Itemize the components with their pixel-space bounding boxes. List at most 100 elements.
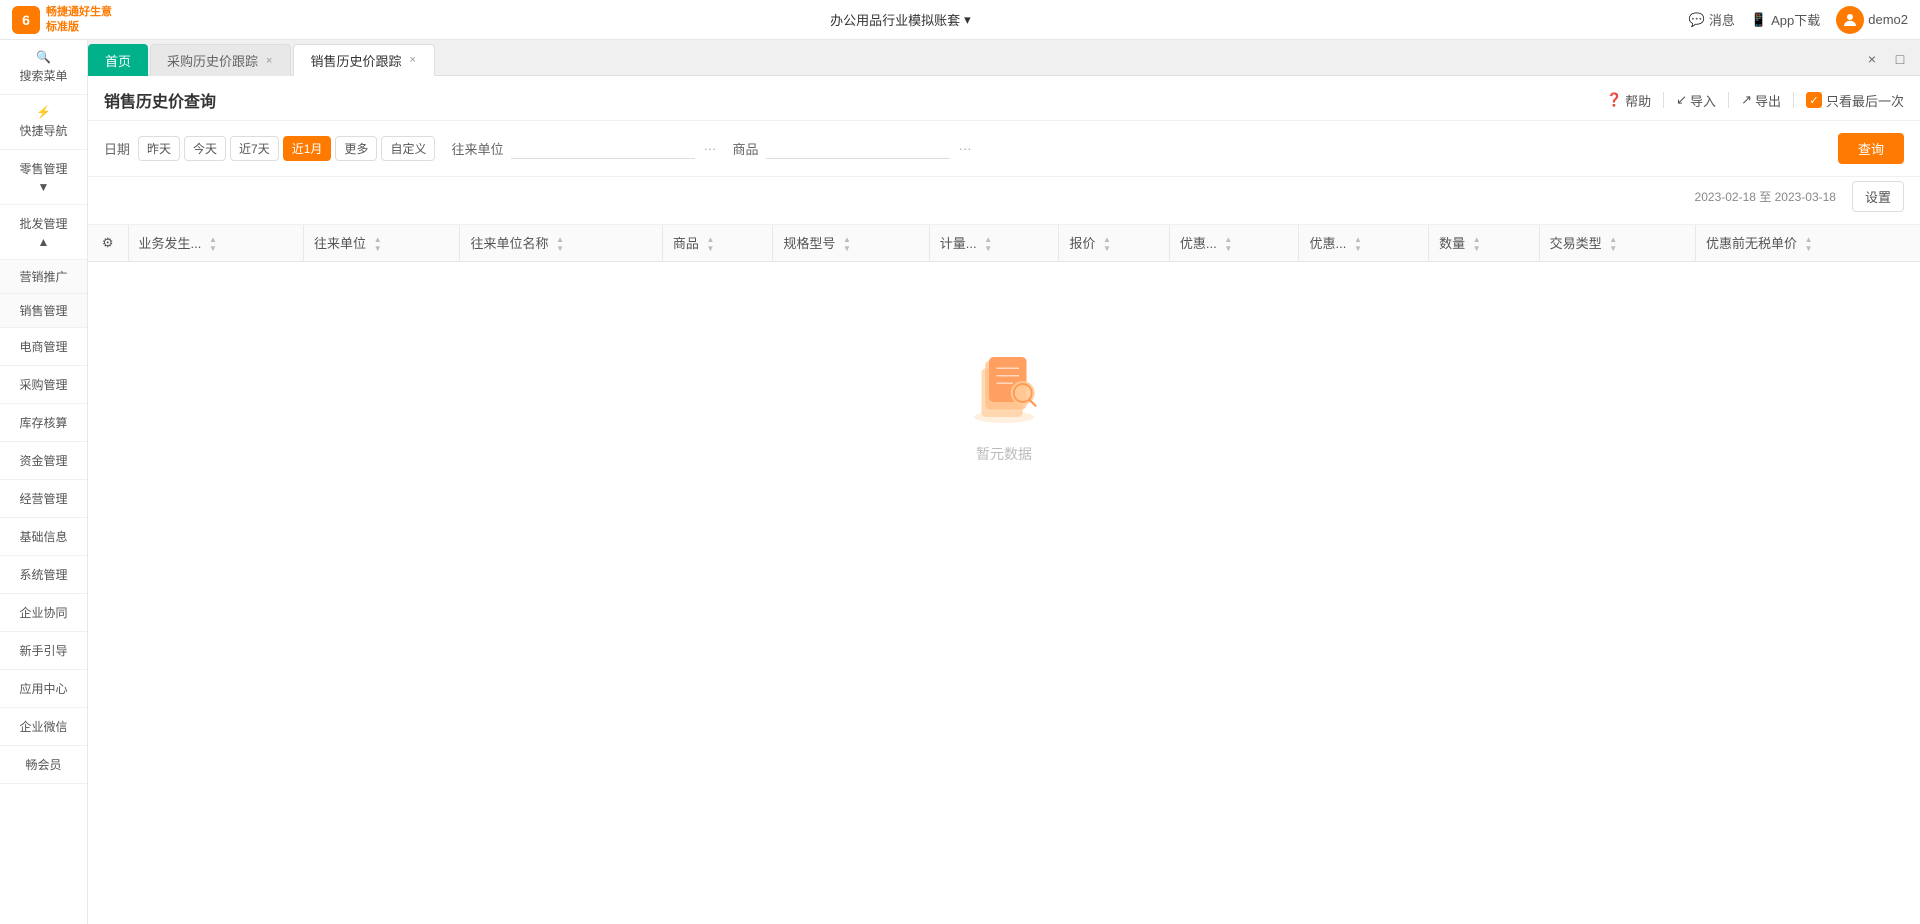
sidebar-item-purchase[interactable]: 采购管理 xyxy=(0,366,87,404)
system-label: 系统管理 xyxy=(19,566,67,583)
sidebar-item-guide[interactable]: 新手引导 xyxy=(0,632,87,670)
gear-icon[interactable]: ⚙ xyxy=(102,235,114,250)
sidebar-item-sales-mgmt[interactable]: 销售管理 xyxy=(0,294,87,328)
th-discount1[interactable]: 优惠... ▲ ▼ xyxy=(1169,225,1299,262)
th-unit[interactable]: 计量... ▲ ▼ xyxy=(929,225,1059,262)
sidebar-item-finance[interactable]: 资金管理 xyxy=(0,442,87,480)
chevron-down-icon: ▾ xyxy=(964,12,971,28)
partner-filter-group: 往来单位 ··· xyxy=(451,139,716,159)
filter-row2: 2023-02-18 至 2023-03-18 设置 xyxy=(88,177,1920,225)
th-settings[interactable]: ⚙ xyxy=(88,225,128,262)
tab-sales-history[interactable]: 销售历史价跟踪 × xyxy=(293,44,434,76)
date-btn-more[interactable]: 更多 xyxy=(335,136,377,161)
sales-history-tab-close[interactable]: × xyxy=(407,52,417,68)
export-button[interactable]: ↗ 导出 xyxy=(1741,91,1781,110)
empty-text: 暂元数据 xyxy=(976,444,1032,464)
th-qty[interactable]: 数量 ▲ ▼ xyxy=(1429,225,1540,262)
partner-input[interactable] xyxy=(511,139,695,159)
help-button[interactable]: ❓ 帮助 xyxy=(1606,91,1651,110)
home-tab-label: 首页 xyxy=(105,51,131,70)
maximize-window-button[interactable]: □ xyxy=(1888,47,1912,71)
date-buttons: 昨天 今天 近7天 近1月 更多 自定义 xyxy=(138,136,435,161)
th-partner-code[interactable]: 往来单位 ▲ ▼ xyxy=(304,225,460,262)
goods-input[interactable] xyxy=(766,139,950,159)
only-last-checkbox[interactable]: ✓ 只看最后一次 xyxy=(1806,91,1904,110)
th-spec[interactable]: 规格型号 ▲ ▼ xyxy=(773,225,929,262)
page-content: 销售历史价查询 ❓ 帮助 ↙ 导入 ↗ 导出 xyxy=(88,76,1920,924)
partner-dots[interactable]: ··· xyxy=(703,141,716,156)
avatar xyxy=(1836,6,1864,34)
sidebar-item-basic-info[interactable]: 基础信息 xyxy=(0,518,87,556)
date-btn-yesterday[interactable]: 昨天 xyxy=(138,136,180,161)
sidebar-item-quick-nav[interactable]: ⚡ 快捷导航 xyxy=(0,95,87,150)
operations-label: 经营管理 xyxy=(19,490,67,507)
th-goods[interactable]: 商品 ▲ ▼ xyxy=(662,225,773,262)
settings-button[interactable]: 设置 xyxy=(1852,181,1904,212)
user-menu[interactable]: demo2 xyxy=(1836,6,1908,34)
sidebar-item-marketing[interactable]: 营销推广 xyxy=(0,260,87,294)
sort-arrows-unit: ▲ ▼ xyxy=(984,236,992,253)
sort-arrows-trade-type: ▲ ▼ xyxy=(1609,236,1617,253)
import-button[interactable]: ↙ 导入 xyxy=(1676,91,1716,110)
tab-home[interactable]: 首页 xyxy=(88,44,148,76)
app-selector-label: 办公用品行业模拟账套 xyxy=(830,10,960,29)
th-biz-date[interactable]: 业务发生... ▲ ▼ xyxy=(128,225,304,262)
sort-arrows-spec: ▲ ▼ xyxy=(843,236,851,253)
sidebar-item-enterprise[interactable]: 企业协同 xyxy=(0,594,87,632)
th-trade-type[interactable]: 交易类型 ▲ ▼ xyxy=(1539,225,1695,262)
sidebar-quicknav-label: 快捷导航 xyxy=(19,122,67,139)
app-selector[interactable]: 办公用品行业模拟账套 ▾ xyxy=(830,10,971,29)
page-header: 销售历史价查询 ❓ 帮助 ↙ 导入 ↗ 导出 xyxy=(88,76,1920,121)
message-button[interactable]: 💬 消息 xyxy=(1689,10,1735,29)
collapse-icon: ▼ xyxy=(38,180,50,194)
guide-label: 新手引导 xyxy=(19,642,67,659)
date-label: 日期 xyxy=(104,139,130,158)
finance-label: 资金管理 xyxy=(19,452,67,469)
query-button[interactable]: 查询 xyxy=(1838,133,1904,164)
top-bar: 6 畅捷通好生意 标准版 办公用品行业模拟账套 ▾ 💬 消息 📱 App下载 d… xyxy=(0,0,1920,40)
retail-label: 零售管理 xyxy=(19,160,67,177)
empty-illustration xyxy=(959,342,1049,432)
separator xyxy=(1793,92,1794,108)
th-pre-tax[interactable]: 优惠前无税单价 ▲ ▼ xyxy=(1696,225,1920,262)
partner-label: 往来单位 xyxy=(451,139,503,158)
sidebar-item-inventory[interactable]: 库存核算 xyxy=(0,404,87,442)
search-icon: 🔍 xyxy=(36,50,51,64)
th-discount2[interactable]: 优惠... ▲ ▼ xyxy=(1299,225,1429,262)
th-partner-name[interactable]: 往来单位名称 ▲ ▼ xyxy=(460,225,662,262)
sidebar-item-system[interactable]: 系统管理 xyxy=(0,556,87,594)
marketing-label: 营销推广 xyxy=(19,270,67,284)
date-btn-custom[interactable]: 自定义 xyxy=(381,136,435,161)
data-table: ⚙ 业务发生... ▲ ▼ 往来单位 xyxy=(88,225,1920,262)
logo-text: 畅捷通好生意 标准版 xyxy=(46,5,112,34)
close-window-button[interactable]: × xyxy=(1860,47,1884,71)
nav-icon: ⚡ xyxy=(36,105,51,119)
sidebar-item-wholesale[interactable]: 批发管理 ▲ xyxy=(0,205,87,260)
app-download-button[interactable]: 📱 App下载 xyxy=(1751,10,1820,29)
sidebar-item-search[interactable]: 🔍 搜索菜单 xyxy=(0,40,87,95)
sidebar-item-retail[interactable]: 零售管理 ▼ xyxy=(0,150,87,205)
wholesale-label: 批发管理 xyxy=(19,215,67,232)
th-quote[interactable]: 报价 ▲ ▼ xyxy=(1059,225,1170,262)
purchase-history-tab-close[interactable]: × xyxy=(264,53,274,69)
goods-dots[interactable]: ··· xyxy=(958,141,971,156)
separator xyxy=(1663,92,1664,108)
content-area: 首页 采购历史价跟踪 × 销售历史价跟踪 × × □ 销售历史价查询 xyxy=(88,40,1920,924)
sort-arrows-partner-code: ▲ ▼ xyxy=(374,236,382,253)
sidebar-item-app-center[interactable]: 应用中心 xyxy=(0,670,87,708)
purchase-history-tab-label: 采购历史价跟踪 xyxy=(167,51,258,70)
sidebar-item-operations[interactable]: 经营管理 xyxy=(0,480,87,518)
sales-mgmt-label: 销售管理 xyxy=(19,304,67,318)
sidebar-item-ecommerce[interactable]: 电商管理 xyxy=(0,328,87,366)
sidebar-item-member[interactable]: 畅会员 xyxy=(0,746,87,784)
tab-purchase-history[interactable]: 采购历史价跟踪 × xyxy=(150,44,291,76)
sort-arrows-biz-date: ▲ ▼ xyxy=(209,236,217,253)
message-icon: 💬 xyxy=(1689,12,1705,28)
sidebar-item-corp-wechat[interactable]: 企业微信 xyxy=(0,708,87,746)
date-btn-today[interactable]: 今天 xyxy=(184,136,226,161)
date-btn-1month[interactable]: 近1月 xyxy=(283,136,332,161)
sort-arrows-discount1: ▲ ▼ xyxy=(1224,236,1232,253)
tab-actions: × □ xyxy=(1860,47,1920,75)
date-btn-7days[interactable]: 近7天 xyxy=(230,136,279,161)
table-header-row: ⚙ 业务发生... ▲ ▼ 往来单位 xyxy=(88,225,1920,262)
